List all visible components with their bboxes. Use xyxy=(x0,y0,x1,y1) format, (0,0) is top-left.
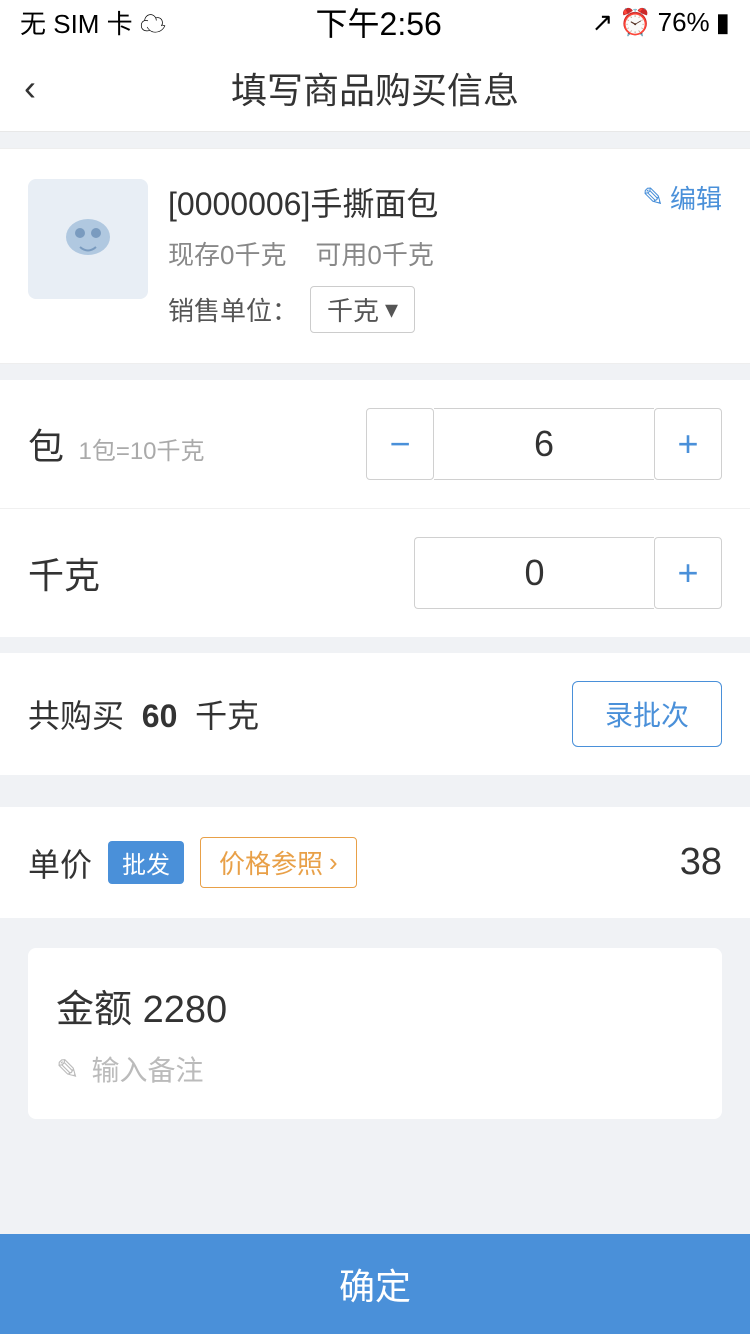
price-ref-button[interactable]: 价格参照 › xyxy=(200,837,357,888)
note-row[interactable]: ✎ 输入备注 xyxy=(56,1049,694,1089)
decrement-bao-button[interactable]: − xyxy=(366,408,434,480)
increment-bao-button[interactable]: + xyxy=(654,408,722,480)
location-icon: ↗ xyxy=(591,7,613,38)
battery-icon: ▮ xyxy=(716,7,730,38)
price-section: 单价 批发 价格参照 › 38 xyxy=(0,807,750,918)
status-right: ↗ ⏰ 76% ▮ xyxy=(591,7,730,38)
quantity-bao-input[interactable] xyxy=(434,408,654,480)
total-text: 共购买 60 千克 xyxy=(28,691,259,737)
quantity-label-kg: 千克 xyxy=(28,547,414,599)
quantity-controls-kg: + xyxy=(414,537,722,609)
quantity-section: 包 1包=10千克 − + 千克 + xyxy=(0,380,750,637)
quantity-row-bao: 包 1包=10千克 − + xyxy=(0,380,750,509)
status-bar: 无 SIM 卡 ☁ 下午2:56 ↗ ⏰ 76% ▮ xyxy=(0,0,750,44)
confirm-button[interactable]: 确定 xyxy=(0,1234,750,1334)
amount-section: 金额 2280 ✎ 输入备注 xyxy=(0,918,750,1177)
quantity-controls-bao: − + xyxy=(366,408,722,480)
product-image xyxy=(28,179,148,299)
footer: 确定 xyxy=(0,1234,750,1334)
batch-button[interactable]: 录批次 xyxy=(572,681,722,747)
chevron-right-icon: › xyxy=(329,847,338,878)
edit-button[interactable]: ✎ 编辑 xyxy=(642,179,722,216)
page-title: 填写商品购买信息 xyxy=(231,62,519,114)
section-separator-3 xyxy=(0,775,750,791)
battery-level: 76% xyxy=(658,7,710,38)
product-unit-row: 销售单位： 千克 ▾ xyxy=(168,286,722,333)
edit-icon: ✎ xyxy=(642,182,664,213)
price-tag: 批发 xyxy=(108,841,184,884)
increment-kg-button[interactable]: + xyxy=(654,537,722,609)
chevron-down-icon: ▾ xyxy=(385,294,398,325)
unit-select[interactable]: 千克 ▾ xyxy=(310,286,415,333)
amount-text: 金额 2280 xyxy=(56,978,694,1033)
price-value: 38 xyxy=(680,841,722,884)
product-name: [0000006]手撕面包 xyxy=(168,179,722,225)
back-button[interactable]: ‹ xyxy=(24,67,36,109)
product-stock: 现存0千克 可用0千克 xyxy=(168,235,722,272)
product-card: [0000006]手撕面包 现存0千克 可用0千克 销售单位： 千克 ▾ ✎ 编… xyxy=(0,148,750,364)
nav-bar: ‹ 填写商品购买信息 xyxy=(0,44,750,132)
amount-row: 金额 2280 ✎ 输入备注 xyxy=(28,948,722,1119)
section-separator-2 xyxy=(0,637,750,653)
status-time: 下午2:56 xyxy=(316,0,442,45)
section-separator-1 xyxy=(0,364,750,380)
status-left: 无 SIM 卡 ☁ xyxy=(20,4,166,41)
pencil-icon: ✎ xyxy=(56,1053,79,1086)
note-placeholder: 输入备注 xyxy=(91,1049,203,1089)
alarm-icon: ⏰ xyxy=(619,7,651,38)
quantity-row-kg: 千克 + xyxy=(0,509,750,637)
price-row: 单价 批发 价格参照 › 38 xyxy=(28,837,722,888)
price-label: 单价 xyxy=(28,840,92,886)
quantity-kg-input[interactable] xyxy=(414,537,654,609)
total-row: 共购买 60 千克 录批次 xyxy=(0,653,750,775)
product-info: [0000006]手撕面包 现存0千克 可用0千克 销售单位： 千克 ▾ xyxy=(168,179,722,333)
quantity-label-bao: 包 1包=10千克 xyxy=(28,418,366,470)
